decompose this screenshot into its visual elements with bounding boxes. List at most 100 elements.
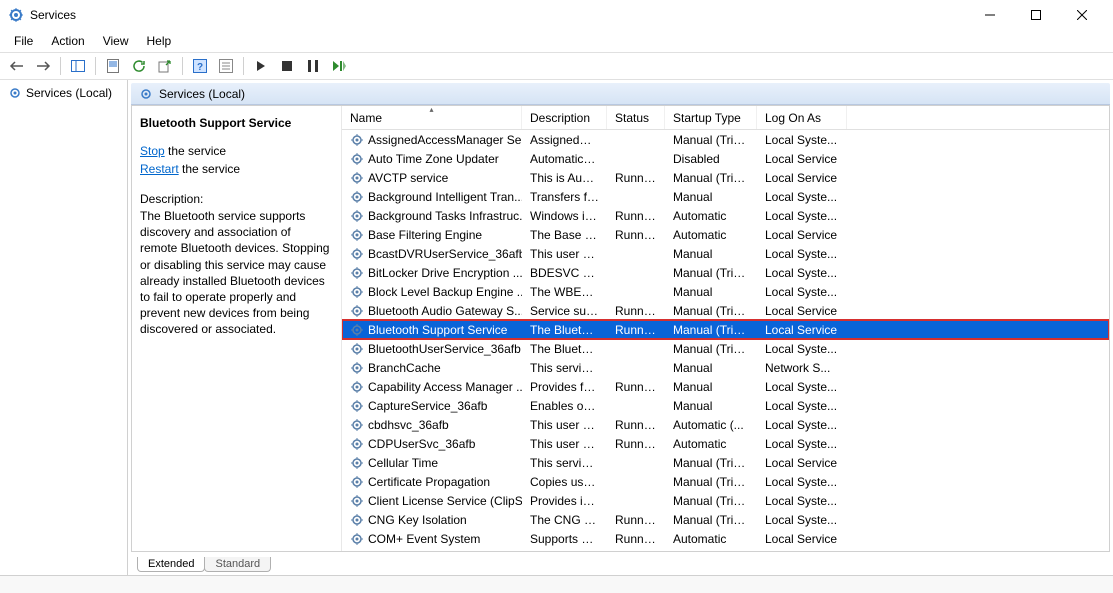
service-startup-cell: Manual [665, 361, 757, 375]
service-desc-cell: Automatica... [522, 152, 607, 166]
service-row[interactable]: CNG Key IsolationThe CNG ke...RunningMan… [342, 510, 1109, 529]
gear-icon [350, 361, 364, 375]
tab-extended[interactable]: Extended [137, 557, 205, 572]
pause-service-button[interactable] [302, 55, 324, 77]
restart-service-button[interactable] [328, 55, 350, 77]
service-desc-cell: Transfers fil... [522, 190, 607, 204]
service-row[interactable]: Block Level Backup Engine ...The WBENG..… [342, 282, 1109, 301]
stop-link[interactable]: Stop [140, 144, 165, 158]
service-startup-cell: Manual (Trig... [665, 133, 757, 147]
restart-suffix: the service [179, 162, 240, 176]
col-log-on-as[interactable]: Log On As [757, 106, 847, 129]
service-logon-cell: Local Syste... [757, 475, 847, 489]
service-row[interactable]: Base Filtering EngineThe Base Fil...Runn… [342, 225, 1109, 244]
gear-icon [350, 513, 364, 527]
stop-service-button[interactable] [276, 55, 298, 77]
restart-link[interactable]: Restart [140, 162, 179, 176]
back-button[interactable] [6, 55, 28, 77]
service-row[interactable]: AssignedAccessManager Se...AssignedAc...… [342, 130, 1109, 149]
properties-button[interactable] [102, 55, 124, 77]
stop-suffix: the service [165, 144, 226, 158]
service-status-cell: Running [607, 323, 665, 337]
gear-icon [350, 266, 364, 280]
gear-icon [350, 399, 364, 413]
service-logon-cell: Local Syste... [757, 494, 847, 508]
service-logon-cell: Local Service [757, 228, 847, 242]
menu-action[interactable]: Action [43, 32, 92, 50]
service-startup-cell: Manual (Trig... [665, 513, 757, 527]
service-startup-cell: Manual [665, 247, 757, 261]
col-description[interactable]: Description [522, 106, 607, 129]
sort-asc-icon: ▴ [429, 106, 433, 114]
service-startup-cell: Automatic [665, 228, 757, 242]
service-startup-cell: Manual [665, 380, 757, 394]
service-startup-cell: Manual (Trig... [665, 342, 757, 356]
service-row[interactable]: Background Intelligent Tran...Transfers … [342, 187, 1109, 206]
service-row[interactable]: BranchCacheThis service ...ManualNetwork… [342, 358, 1109, 377]
service-startup-cell: Manual [665, 190, 757, 204]
service-row[interactable]: Capability Access Manager ...Provides fa… [342, 377, 1109, 396]
menu-file[interactable]: File [6, 32, 41, 50]
service-row[interactable]: Bluetooth Support ServiceThe Bluetoo...R… [342, 320, 1109, 339]
service-startup-cell: Automatic [665, 209, 757, 223]
help-button[interactable]: ? [189, 55, 211, 77]
services-icon [8, 86, 22, 100]
service-desc-cell: This is Audi... [522, 171, 607, 185]
menu-help[interactable]: Help [139, 32, 180, 50]
service-status-cell: Running [607, 209, 665, 223]
gear-icon [350, 532, 364, 546]
service-row[interactable]: COM+ Event SystemSupports Sy...RunningAu… [342, 529, 1109, 548]
service-logon-cell: Local Syste... [757, 513, 847, 527]
service-row[interactable]: cbdhsvc_36afbThis user ser...RunningAuto… [342, 415, 1109, 434]
col-startup-type[interactable]: Startup Type [665, 106, 757, 129]
services-header-icon [139, 87, 153, 101]
service-startup-cell: Automatic [665, 532, 757, 546]
service-name-cell: Background Intelligent Tran... [368, 190, 522, 204]
col-name[interactable]: Name▴ [342, 106, 522, 129]
service-row[interactable]: CaptureService_36afbEnables opti...Manua… [342, 396, 1109, 415]
status-bar [0, 575, 1113, 593]
service-logon-cell: Local Syste... [757, 285, 847, 299]
show-hide-tree-button[interactable] [67, 55, 89, 77]
service-row[interactable]: BitLocker Drive Encryption ...BDESVC hos… [342, 263, 1109, 282]
service-name-cell: AVCTP service [368, 171, 448, 185]
service-startup-cell: Manual (Trig... [665, 494, 757, 508]
service-logon-cell: Network S... [757, 361, 847, 375]
refresh-button[interactable] [128, 55, 150, 77]
service-row[interactable]: AVCTP serviceThis is Audi...RunningManua… [342, 168, 1109, 187]
service-row[interactable]: Auto Time Zone UpdaterAutomatica...Disab… [342, 149, 1109, 168]
gear-icon [350, 247, 364, 261]
gear-icon [350, 285, 364, 299]
service-status-cell: Running [607, 532, 665, 546]
service-list[interactable]: Name▴ Description Status Startup Type Lo… [342, 106, 1109, 551]
service-logon-cell: Local Syste... [757, 418, 847, 432]
start-service-button[interactable] [250, 55, 272, 77]
service-name-cell: Background Tasks Infrastruc... [368, 209, 522, 223]
tree-root-services-local[interactable]: Services (Local) [4, 84, 123, 102]
help2-button[interactable] [215, 55, 237, 77]
service-logon-cell: Local Syste... [757, 190, 847, 204]
export-button[interactable] [154, 55, 176, 77]
service-desc-cell: Provides inf... [522, 494, 607, 508]
close-button[interactable] [1059, 0, 1105, 30]
service-name-cell: Bluetooth Audio Gateway S... [368, 304, 522, 318]
service-desc-cell: Provides fac... [522, 380, 607, 394]
service-logon-cell: Local Service [757, 152, 847, 166]
service-row[interactable]: Bluetooth Audio Gateway S...Service sup.… [342, 301, 1109, 320]
minimize-button[interactable] [967, 0, 1013, 30]
tab-standard[interactable]: Standard [204, 557, 271, 572]
content-pane: Services (Local) Bluetooth Support Servi… [128, 80, 1113, 575]
menu-view[interactable]: View [95, 32, 137, 50]
service-row[interactable]: CDPUserSvc_36afbThis user ser...RunningA… [342, 434, 1109, 453]
forward-button[interactable] [32, 55, 54, 77]
service-row[interactable]: Cellular TimeThis service ...Manual (Tri… [342, 453, 1109, 472]
services-app-icon [8, 7, 24, 23]
service-logon-cell: Local Service [757, 304, 847, 318]
service-row[interactable]: Certificate PropagationCopies user ...Ma… [342, 472, 1109, 491]
maximize-button[interactable] [1013, 0, 1059, 30]
col-status[interactable]: Status [607, 106, 665, 129]
service-row[interactable]: Background Tasks Infrastruc...Windows in… [342, 206, 1109, 225]
service-row[interactable]: Client License Service (ClipS...Provides… [342, 491, 1109, 510]
service-row[interactable]: BluetoothUserService_36afbThe Bluetoo...… [342, 339, 1109, 358]
service-row[interactable]: BcastDVRUserService_36afbThis user ser..… [342, 244, 1109, 263]
